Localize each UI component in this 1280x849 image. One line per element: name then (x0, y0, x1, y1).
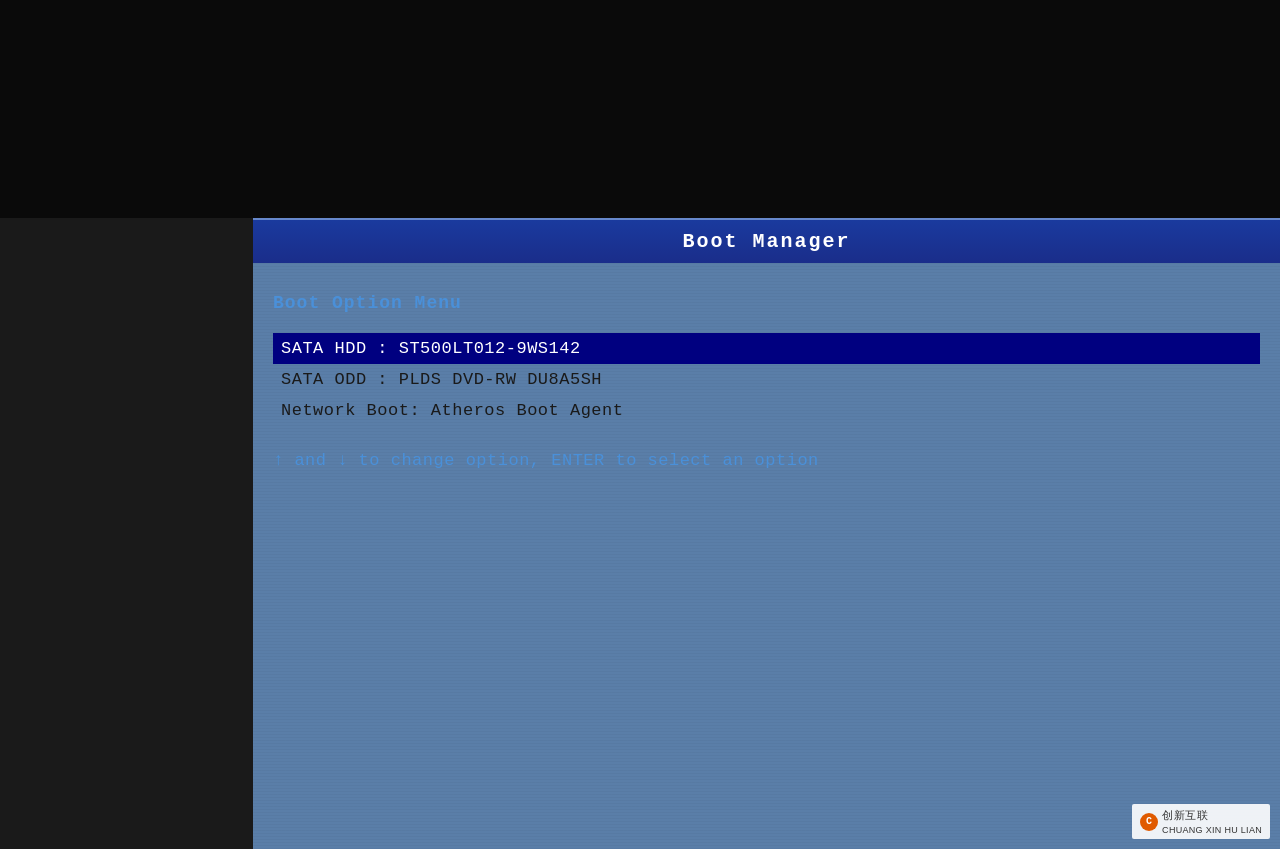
boot-option-sata-hdd[interactable]: SATA HDD : ST500LT012-9WS142 (273, 333, 1260, 364)
boot-option-sata-odd[interactable]: SATA ODD : PLDS DVD-RW DU8A5SH (273, 364, 1260, 395)
boot-options-list: SATA HDD : ST500LT012-9WS142 SATA ODD : … (273, 333, 1260, 426)
boot-option-network-boot[interactable]: Network Boot: Atheros Boot Agent (273, 395, 1260, 426)
title-bar-text: Boot Manager (682, 230, 850, 253)
watermark-label: 创新互联 CHUANG XIN HU LIAN (1162, 808, 1262, 835)
watermark-icon: C (1140, 813, 1158, 831)
boot-option-label: SATA ODD : PLDS DVD-RW DU8A5SH (281, 370, 602, 389)
bios-screen: Boot Manager Boot Option Menu SATA HDD :… (253, 218, 1280, 849)
boot-option-label: Network Boot: Atheros Boot Agent (281, 401, 623, 420)
content-area: Boot Option Menu SATA HDD : ST500LT012-9… (253, 263, 1280, 490)
watermark: C 创新互联 CHUANG XIN HU LIAN (1132, 804, 1270, 839)
top-dark-area (0, 0, 1280, 218)
boot-option-label: SATA HDD : ST500LT012-9WS142 (281, 339, 581, 358)
section-title: Boot Option Menu (273, 293, 1260, 313)
title-bar: Boot Manager (253, 218, 1280, 263)
help-text: ↑ and ↓ to change option, ENTER to selec… (273, 451, 1260, 470)
left-dark-edge (0, 218, 253, 849)
